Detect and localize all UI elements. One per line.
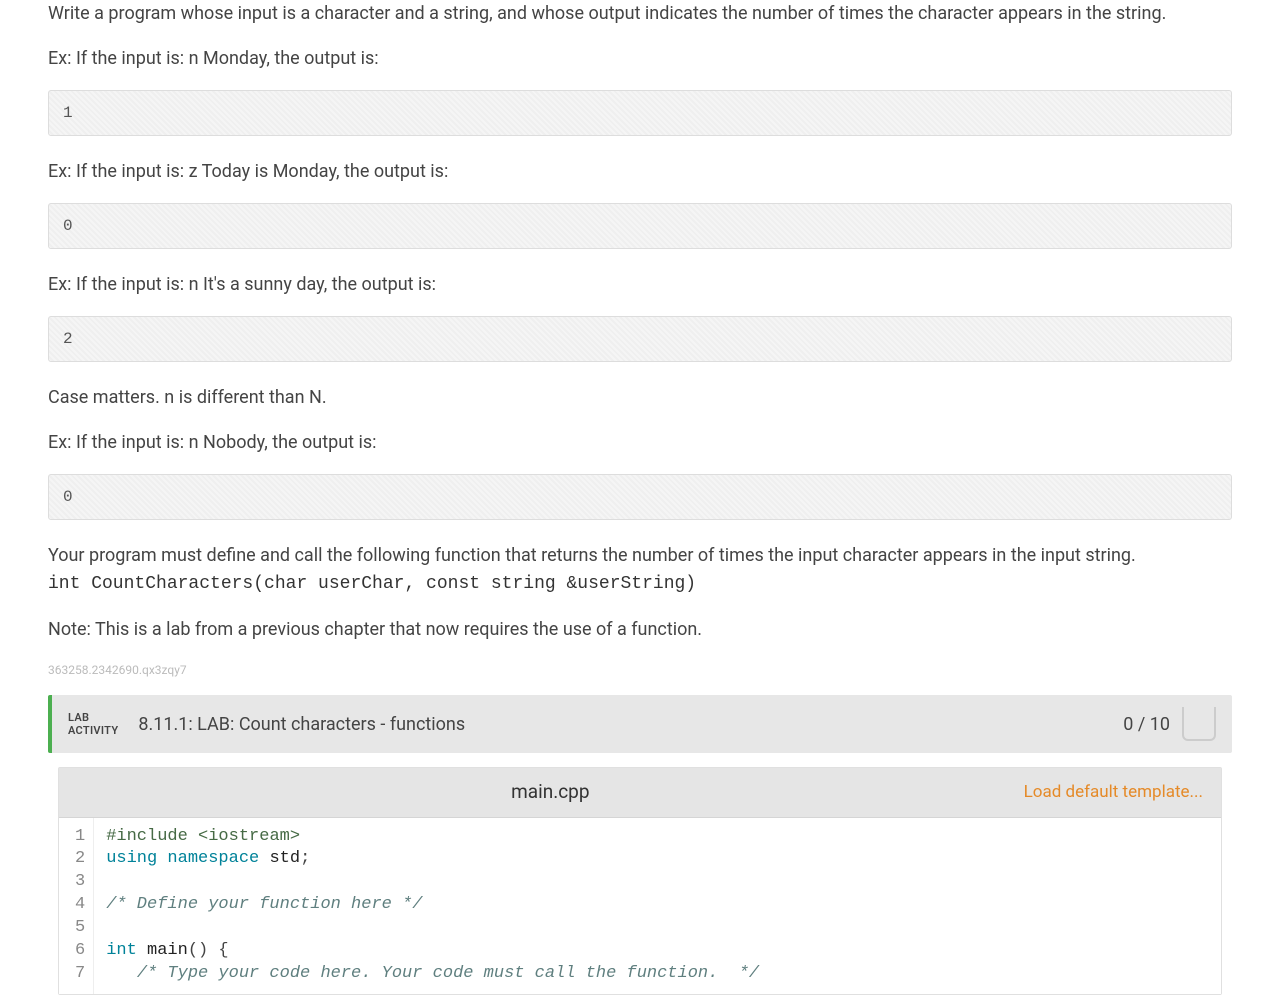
code-line[interactable]: /* Type your code here. Your code must c… bbox=[106, 963, 1209, 986]
editor-header: main.cpp Load default template... bbox=[59, 768, 1221, 818]
example-2-label: Ex: If the input is: z Today is Monday, … bbox=[48, 158, 1232, 185]
lab-score: 0 / 10 bbox=[1123, 711, 1170, 738]
code-area[interactable]: 1234567 #include <iostream> using namesp… bbox=[59, 818, 1221, 995]
meta-code: 363258.2342690.qx3zqy7 bbox=[48, 661, 1232, 679]
code-line[interactable] bbox=[106, 871, 1209, 894]
score-badge-icon bbox=[1182, 707, 1216, 741]
code-editor[interactable]: main.cpp Load default template... 123456… bbox=[58, 767, 1222, 995]
example-3-output: 2 bbox=[48, 316, 1232, 362]
prompt-note: Note: This is a lab from a previous chap… bbox=[48, 616, 1232, 643]
code-line[interactable] bbox=[106, 917, 1209, 940]
lab-activity-line2: ACTIVITY bbox=[68, 724, 118, 737]
example-1-output: 1 bbox=[48, 90, 1232, 136]
function-signature: int CountCharacters(char userChar, const… bbox=[48, 574, 696, 594]
code-line[interactable]: #include <iostream> bbox=[106, 826, 1209, 849]
line-numbers: 1234567 bbox=[59, 818, 94, 995]
lab-activity-label: LAB ACTIVITY bbox=[68, 711, 118, 737]
lab-title: 8.11.1: LAB: Count characters - function… bbox=[138, 711, 1123, 738]
example-1-label: Ex: If the input is: n Monday, the outpu… bbox=[48, 45, 1232, 72]
example-4-output: 0 bbox=[48, 474, 1232, 520]
lab-activity-line1: LAB bbox=[68, 711, 118, 724]
code-line[interactable]: /* Define your function here */ bbox=[106, 894, 1209, 917]
example-2-output: 0 bbox=[48, 203, 1232, 249]
load-default-template-link[interactable]: Load default template... bbox=[1024, 780, 1203, 806]
case-note: Case matters. n is different than N. bbox=[48, 384, 1232, 411]
function-description: Your program must define and call the fo… bbox=[48, 545, 1136, 566]
code-line[interactable]: using namespace std; bbox=[106, 848, 1209, 871]
example-4-label: Ex: If the input is: n Nobody, the outpu… bbox=[48, 429, 1232, 456]
lab-header: LAB ACTIVITY 8.11.1: LAB: Count characte… bbox=[48, 695, 1232, 753]
editor-filename: main.cpp bbox=[77, 778, 1024, 807]
prompt-intro: Write a program whose input is a charact… bbox=[48, 0, 1232, 27]
code-line[interactable]: int main() { bbox=[106, 940, 1209, 963]
example-3-label: Ex: If the input is: n It's a sunny day,… bbox=[48, 271, 1232, 298]
code-lines[interactable]: #include <iostream> using namespace std;… bbox=[94, 818, 1221, 995]
function-description-block: Your program must define and call the fo… bbox=[48, 542, 1232, 598]
